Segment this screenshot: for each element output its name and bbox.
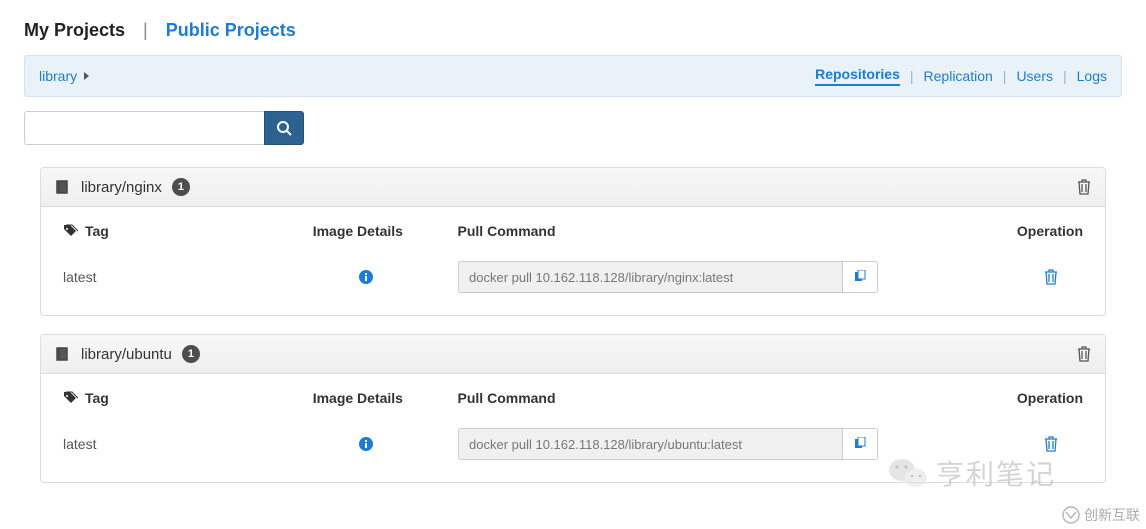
subnav-repositories[interactable]: Repositories <box>815 66 900 86</box>
repo-header[interactable]: library/nginx 1 <box>41 168 1105 207</box>
subnav-bar: library Repositories | Replication | Use… <box>24 55 1122 97</box>
search-input[interactable] <box>24 111 264 145</box>
col-tag-label: Tag <box>85 390 109 406</box>
book-icon <box>55 179 71 195</box>
repo-name: library/nginx <box>81 179 162 196</box>
tag-count-badge: 1 <box>172 178 190 196</box>
search-icon <box>276 120 292 136</box>
breadcrumb[interactable]: library <box>39 68 91 84</box>
tag-name: latest <box>63 436 96 452</box>
col-operation-label: Operation <box>1017 223 1083 239</box>
copy-pull-button[interactable] <box>842 261 878 293</box>
tab-my-projects[interactable]: My Projects <box>24 20 125 41</box>
subnav-users[interactable]: Users <box>1016 68 1053 84</box>
pull-command-group <box>458 428 878 460</box>
breadcrumb-root[interactable]: library <box>39 68 77 84</box>
trash-icon <box>1077 346 1091 362</box>
trash-icon <box>1077 179 1091 195</box>
info-icon <box>359 270 373 284</box>
col-details-label: Image Details <box>313 390 403 406</box>
tag-name: latest <box>63 269 96 285</box>
trash-icon <box>1044 269 1058 285</box>
chevron-right-icon <box>83 71 91 81</box>
search-bar <box>24 111 1122 145</box>
subnav-replication[interactable]: Replication <box>924 68 993 84</box>
tag-count-badge: 1 <box>182 345 200 363</box>
project-scope-tabs: My Projects | Public Projects <box>24 20 1122 41</box>
delete-tag-button[interactable] <box>1044 269 1058 285</box>
delete-repo-button[interactable] <box>1077 179 1091 195</box>
columns-header: Tag Image Details Pull Command Operation <box>63 223 1083 239</box>
copy-icon <box>853 270 867 284</box>
repo-panel: library/nginx 1 Tag Image Details Pull C… <box>40 167 1106 316</box>
pull-command-field[interactable] <box>458 261 842 293</box>
tag-row: latest <box>63 428 1083 460</box>
tag-row: latest <box>63 261 1083 293</box>
subnav-logs[interactable]: Logs <box>1077 68 1107 84</box>
delete-repo-button[interactable] <box>1077 346 1091 362</box>
trash-icon <box>1044 436 1058 452</box>
col-tag-label: Tag <box>85 223 109 239</box>
tab-public-projects[interactable]: Public Projects <box>166 20 296 41</box>
image-details-button[interactable] <box>359 437 373 451</box>
info-icon <box>359 437 373 451</box>
delete-tag-button[interactable] <box>1044 436 1058 452</box>
columns-header: Tag Image Details Pull Command Operation <box>63 390 1083 406</box>
book-icon <box>55 346 71 362</box>
project-subnav: Repositories | Replication | Users | Log… <box>815 66 1107 86</box>
repo-name: library/ubuntu <box>81 346 172 363</box>
search-button[interactable] <box>264 111 304 145</box>
tags-icon <box>63 224 79 238</box>
repo-panel: library/ubuntu 1 Tag Image Details Pull … <box>40 334 1106 483</box>
col-pull-label: Pull Command <box>458 390 556 406</box>
image-details-button[interactable] <box>359 270 373 284</box>
col-operation-label: Operation <box>1017 390 1083 406</box>
pull-command-group <box>458 261 878 293</box>
pull-command-field[interactable] <box>458 428 842 460</box>
col-pull-label: Pull Command <box>458 223 556 239</box>
tab-separator: | <box>143 20 148 41</box>
tags-icon <box>63 391 79 405</box>
copy-pull-button[interactable] <box>842 428 878 460</box>
repo-header[interactable]: library/ubuntu 1 <box>41 335 1105 374</box>
col-details-label: Image Details <box>313 223 403 239</box>
copy-icon <box>853 437 867 451</box>
